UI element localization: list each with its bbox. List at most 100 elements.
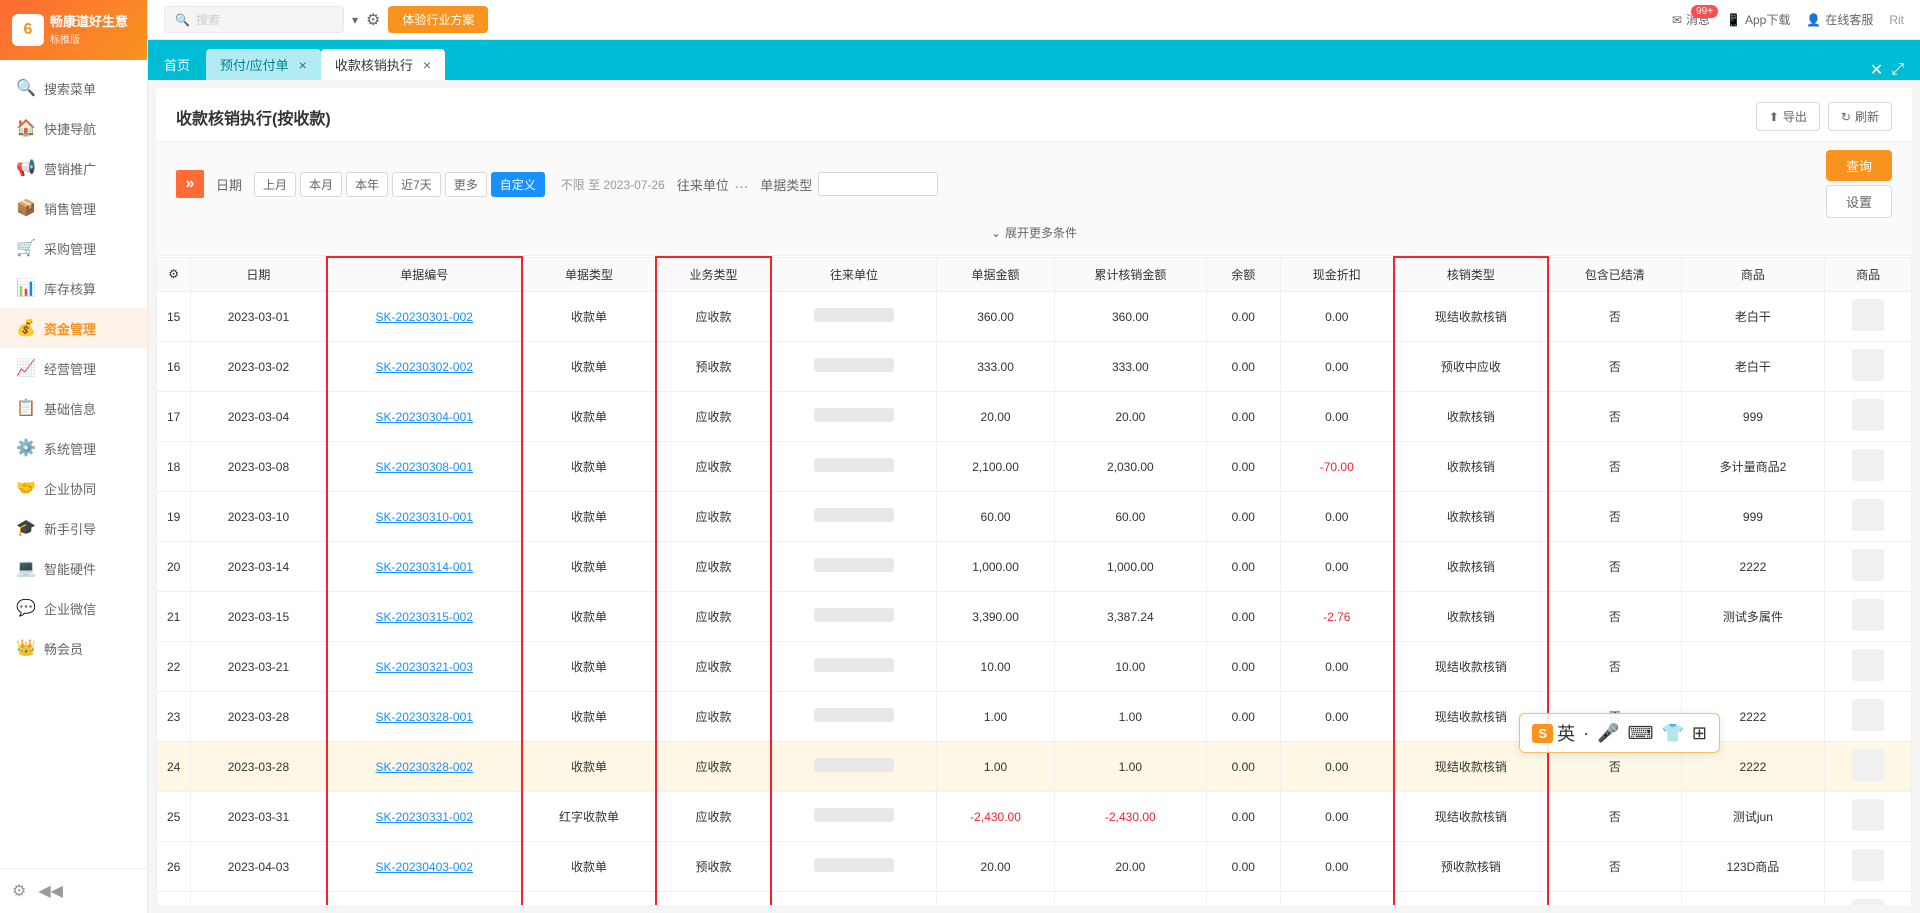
cell-date: 2023-03-15	[191, 592, 327, 642]
expand-more-btn[interactable]: ⌄ 展开更多条件	[176, 224, 1892, 241]
setting-btn[interactable]: 设置	[1826, 185, 1892, 218]
sidebar-item-hardware[interactable]: 💻智能硬件	[0, 548, 147, 588]
doc-no-link[interactable]: SK-20230302-002	[376, 360, 473, 374]
sidebar-item-guide[interactable]: 🎓新手引导	[0, 508, 147, 548]
app-download-btn[interactable]: 📱 App下载	[1726, 11, 1790, 28]
col-doc-type: 单据类型	[522, 257, 656, 292]
col-balance: 余额	[1206, 257, 1280, 292]
doc-no-link[interactable]: SK-20230331-002	[376, 810, 473, 824]
tab-receivable-close[interactable]: ×	[423, 58, 431, 72]
col-settings[interactable]: ⚙	[157, 257, 191, 292]
partner-blurred	[814, 808, 894, 822]
tab-receivable[interactable]: 收款核销执行 ×	[321, 49, 445, 80]
sales-icon: 📦	[16, 198, 36, 218]
sidebar-item-basic[interactable]: 📋基础信息	[0, 388, 147, 428]
watermark-grid-icon[interactable]: ⊞	[1692, 723, 1707, 744]
this-year-btn[interactable]: 本年	[346, 172, 388, 197]
sidebar-label-enterprise: 企业协同	[44, 479, 96, 498]
cell-balance: 0.00	[1206, 892, 1280, 906]
cell-doc-type: 收款单	[522, 392, 656, 442]
doc-no-link[interactable]: SK-20230328-002	[376, 760, 473, 774]
topbar-dropdown[interactable]: ▾	[352, 13, 358, 27]
window-close-icon[interactable]: ✕	[1870, 60, 1883, 80]
doc-no-link[interactable]: SK-20230301-002	[376, 310, 473, 324]
partner-filter: 往来单位 ...	[677, 175, 748, 194]
cell-no: 16	[157, 342, 191, 392]
sidebar-item-enterprise[interactable]: 🤝 企业协同	[0, 468, 147, 508]
doc-no-link[interactable]: SK-20230310-001	[376, 510, 473, 524]
partner-input[interactable]: ...	[735, 175, 748, 193]
doc-no-link[interactable]: SK-20230304-001	[376, 410, 473, 424]
sidebar-item-search[interactable]: 🔍搜索菜单	[0, 68, 147, 108]
doc-no-link[interactable]: SK-20230308-001	[376, 460, 473, 474]
doc-no-link[interactable]: SK-20230321-003	[376, 660, 473, 674]
cell-doc-no: SK-20230328-001	[327, 692, 522, 742]
this-month-btn[interactable]: 本月	[300, 172, 342, 197]
sidebar-item-quicknav[interactable]: 🏠快捷导航	[0, 108, 147, 148]
sidebar-bottom: ⚙ ◀◀	[0, 868, 147, 913]
cell-goods2	[1825, 492, 1912, 542]
filter-collapse-btn[interactable]: »	[176, 170, 204, 198]
doc-no-link[interactable]: SK-20230403-002	[376, 860, 473, 874]
settings-icon[interactable]: ⚙	[12, 881, 26, 901]
cell-amount: 10.00	[937, 642, 1054, 692]
export-btn[interactable]: ⬆ 导出	[1756, 102, 1820, 131]
enterprise-icon: 🤝	[16, 478, 36, 498]
doc-no-link[interactable]: SK-20230314-001	[376, 560, 473, 574]
sidebar-item-wechat[interactable]: 💬企业微信	[0, 588, 147, 628]
sidebar-item-operations[interactable]: 📈经营管理	[0, 348, 147, 388]
last-month-btn[interactable]: 上月	[254, 172, 296, 197]
window-maximize-icon[interactable]: ⤢	[1891, 61, 1904, 79]
sidebar-item-finance[interactable]: 💰资金管理	[0, 308, 147, 348]
cell-date: 2023-03-14	[191, 542, 327, 592]
watermark-icons: 英 · 🎤 ⌨ 👕 ⊞	[1557, 720, 1707, 746]
search-placeholder: 搜索	[196, 11, 220, 28]
cell-goods2	[1825, 742, 1912, 792]
topbar-settings-icon[interactable]: ⚙	[366, 10, 380, 30]
query-btn[interactable]: 查询	[1826, 150, 1892, 181]
cell-no: 17	[157, 392, 191, 442]
topbar-search[interactable]: 🔍 搜索	[164, 6, 344, 33]
user-name: Rit	[1889, 13, 1904, 27]
table-row: 25 2023-03-31 SK-20230331-002 红字收款单 应收款 …	[157, 792, 1912, 842]
last-7days-btn[interactable]: 近7天	[392, 172, 441, 197]
export-label: 导出	[1783, 108, 1807, 125]
receipt-type-select[interactable]	[818, 172, 938, 196]
more-date-btn[interactable]: 更多	[445, 172, 487, 197]
cell-cash-discount: 0.00	[1280, 692, 1394, 742]
cell-biz-type: 应收款	[656, 492, 771, 542]
sidebar-item-inventory[interactable]: 📊库存核算	[0, 268, 147, 308]
sidebar-item-purchase[interactable]: 🛒采购管理	[0, 228, 147, 268]
cell-doc-type: 收款单	[522, 842, 656, 892]
partner-blurred	[814, 458, 894, 472]
col-goods2: 商品	[1825, 257, 1912, 292]
tab-payable[interactable]: 预付/应付单 ×	[206, 49, 321, 80]
doc-no-link[interactable]: SK-20230328-001	[376, 710, 473, 724]
watermark-keyboard-icon[interactable]: ⌨	[1628, 723, 1654, 744]
cell-include-settled: 否	[1548, 542, 1681, 592]
cell-partner	[771, 792, 937, 842]
sidebar-item-system[interactable]: ⚙️系统管理	[0, 428, 147, 468]
cell-partner	[771, 692, 937, 742]
cell-no: 19	[157, 492, 191, 542]
collapse-icon[interactable]: ◀◀	[38, 881, 63, 901]
cell-balance: 0.00	[1206, 542, 1280, 592]
cell-goods2	[1825, 642, 1912, 692]
custom-date-btn[interactable]: 自定义	[491, 172, 545, 197]
message-btn[interactable]: ✉ 消息 99+	[1672, 11, 1710, 28]
sidebar-item-member[interactable]: 👑畅会员	[0, 628, 147, 668]
cell-writeoff-type: 预收款核销	[1394, 842, 1548, 892]
date-filter-buttons: 上月 本月 本年 近7天 更多 自定义	[254, 172, 545, 197]
watermark-mic-icon[interactable]: 🎤	[1597, 723, 1619, 744]
tab-payable-close[interactable]: ×	[299, 58, 307, 72]
doc-no-link[interactable]: SK-20230315-002	[376, 610, 473, 624]
cell-no: 22	[157, 642, 191, 692]
tab-home[interactable]: 首页	[148, 49, 206, 80]
sidebar-item-sales[interactable]: 📦销售管理	[0, 188, 147, 228]
industry-btn[interactable]: 体验行业方案	[388, 6, 488, 33]
refresh-btn[interactable]: ↻ 刷新	[1828, 102, 1892, 131]
guide-icon: 🎓	[16, 518, 36, 538]
watermark-shirt-icon[interactable]: 👕	[1661, 723, 1683, 744]
service-btn[interactable]: 👤 在线客服	[1806, 11, 1873, 28]
sidebar-item-marketing[interactable]: 📢营销推广	[0, 148, 147, 188]
